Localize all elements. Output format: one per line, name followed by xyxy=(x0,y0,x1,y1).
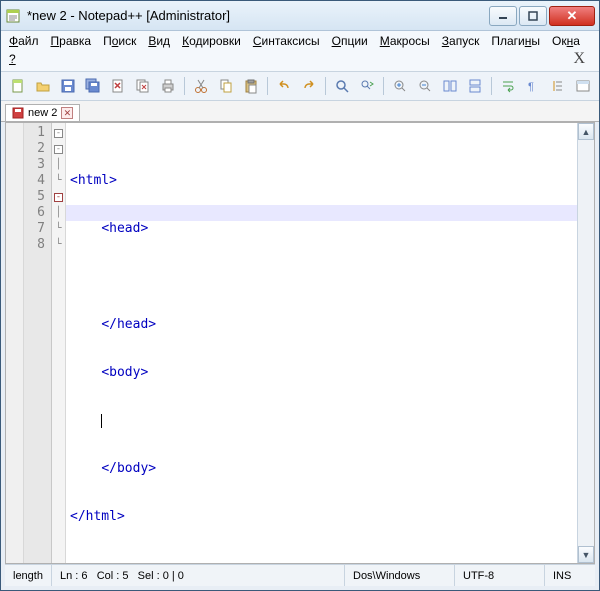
marker-margin[interactable] xyxy=(6,123,24,563)
print-icon[interactable] xyxy=(157,75,179,97)
show-all-chars-icon[interactable]: ¶ xyxy=(522,75,544,97)
menu-macro[interactable]: Макросы xyxy=(380,34,430,48)
statusbar: length Ln : 6 Col : 5 Sel : 0 | 0 Dos\Wi… xyxy=(5,564,595,586)
tab-label: new 2 xyxy=(28,107,57,119)
toolbar-separator xyxy=(267,77,268,95)
close-file-icon[interactable] xyxy=(107,75,129,97)
titlebar[interactable]: *new 2 - Notepad++ [Administrator] ✕ xyxy=(1,1,599,31)
app-window: *new 2 - Notepad++ [Administrator] ✕ Фай… xyxy=(0,0,600,591)
status-eol[interactable]: Dos\Windows xyxy=(345,565,455,586)
line-number-gutter[interactable]: 1 2 3 4 5 6 7 8 xyxy=(24,123,52,563)
wordwrap-icon[interactable] xyxy=(497,75,519,97)
open-file-icon[interactable] xyxy=(32,75,54,97)
window-title: *new 2 - Notepad++ [Administrator] xyxy=(27,8,489,23)
toolbar-separator xyxy=(383,77,384,95)
text-caret xyxy=(101,414,102,428)
toolbar: ¶ xyxy=(1,72,599,101)
menu-file[interactable]: Файл xyxy=(9,34,39,48)
unsaved-file-icon xyxy=(12,107,24,119)
tab-close-icon[interactable]: ✕ xyxy=(61,107,73,119)
tabbar: new 2 ✕ xyxy=(1,101,599,122)
menu-edit[interactable]: Правка xyxy=(51,34,92,48)
menu-run[interactable]: Запуск xyxy=(442,34,480,48)
sync-v-icon[interactable] xyxy=(439,75,461,97)
find-icon[interactable] xyxy=(331,75,353,97)
replace-icon[interactable] xyxy=(356,75,378,97)
toolbar-separator xyxy=(491,77,492,95)
menu-search[interactable]: Поиск xyxy=(103,34,136,48)
editor: 1 2 3 4 5 6 7 8 - - │ └ - │ └ └ <html> <… xyxy=(5,122,595,564)
minimize-button[interactable] xyxy=(489,6,517,26)
status-ins-mode[interactable]: INS xyxy=(545,565,595,586)
zoom-in-icon[interactable] xyxy=(389,75,411,97)
undo-icon[interactable] xyxy=(273,75,295,97)
redo-icon[interactable] xyxy=(298,75,320,97)
status-encoding[interactable]: UTF-8 xyxy=(455,565,545,586)
indent-guide-icon[interactable] xyxy=(547,75,569,97)
fold-margin[interactable]: - - │ └ - │ └ └ xyxy=(52,123,66,563)
window-controls: ✕ xyxy=(489,6,595,26)
scroll-track[interactable] xyxy=(578,140,594,546)
menu-language[interactable]: Синтаксисы xyxy=(253,34,320,48)
zoom-out-icon[interactable] xyxy=(414,75,436,97)
menu-encoding[interactable]: Кодировки xyxy=(182,34,241,48)
cut-icon[interactable] xyxy=(190,75,212,97)
svg-text:¶: ¶ xyxy=(528,81,534,93)
status-position: Ln : 6 Col : 5 Sel : 0 | 0 xyxy=(52,565,345,586)
paste-icon[interactable] xyxy=(240,75,262,97)
menu-settings[interactable]: Опции xyxy=(332,34,368,48)
save-all-icon[interactable] xyxy=(82,75,104,97)
toolbar-separator xyxy=(325,77,326,95)
vertical-scrollbar[interactable]: ▲ ▼ xyxy=(577,123,594,563)
maximize-button[interactable] xyxy=(519,6,547,26)
code-area[interactable]: <html> <head> </head> <body> </body> </h… xyxy=(66,123,577,563)
close-all-icon[interactable] xyxy=(132,75,154,97)
menu-view[interactable]: Вид xyxy=(148,34,170,48)
current-line-highlight xyxy=(66,205,577,221)
tab-new2[interactable]: new 2 ✕ xyxy=(5,104,80,121)
scroll-up-icon[interactable]: ▲ xyxy=(578,123,594,140)
app-icon xyxy=(5,8,21,24)
save-icon[interactable] xyxy=(57,75,79,97)
menu-window[interactable]: Окна xyxy=(552,34,580,48)
sync-h-icon[interactable] xyxy=(464,75,486,97)
menu-plugins[interactable]: Плагины xyxy=(491,34,540,48)
menu-help[interactable]: ? xyxy=(9,52,16,66)
user-lang-icon[interactable] xyxy=(572,75,594,97)
new-file-icon[interactable] xyxy=(7,75,29,97)
close-button[interactable]: ✕ xyxy=(549,6,595,26)
menubar: Файл Правка Поиск Вид Кодировки Синтакси… xyxy=(1,31,599,72)
copy-icon[interactable] xyxy=(215,75,237,97)
menu-close-x[interactable]: X xyxy=(573,50,591,68)
toolbar-separator xyxy=(184,77,185,95)
status-length: length xyxy=(5,565,52,586)
scroll-down-icon[interactable]: ▼ xyxy=(578,546,594,563)
